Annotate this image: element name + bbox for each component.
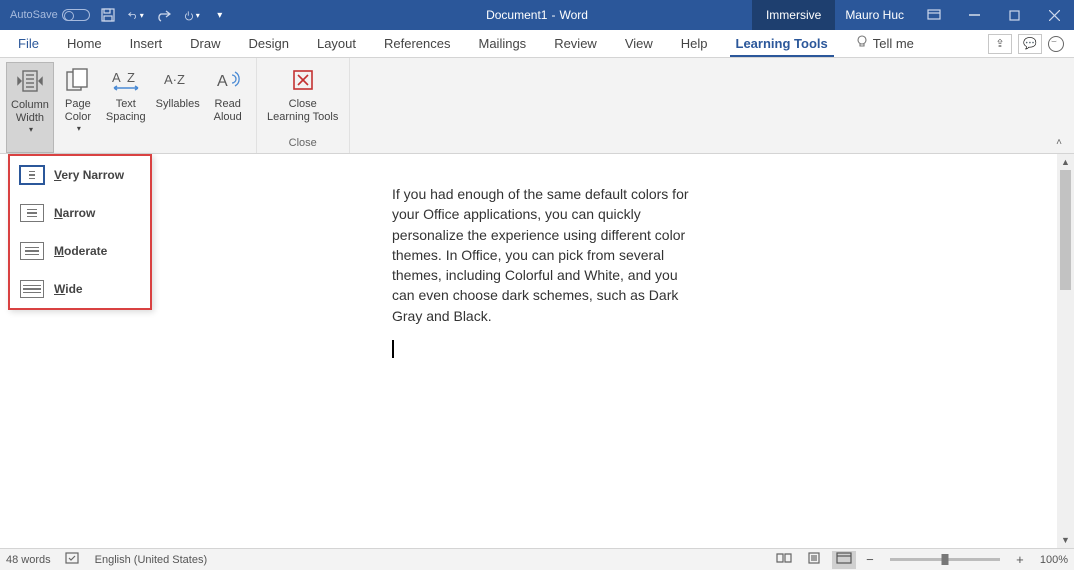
undo-icon[interactable]: ▾ <box>128 7 144 23</box>
maximize-button[interactable] <box>994 0 1034 30</box>
immersive-tab[interactable]: Immersive <box>752 0 835 30</box>
autosave-toggle[interactable]: AutoSave <box>10 9 90 21</box>
read-aloud-button[interactable]: A Read Aloud <box>206 62 250 153</box>
very-narrow-icon <box>20 166 44 184</box>
ribbon-tabs: File Home Insert Draw Design Layout Refe… <box>0 30 1074 58</box>
autosave-label: AutoSave <box>10 9 58 21</box>
redo-icon[interactable] <box>156 7 172 23</box>
tab-references[interactable]: References <box>370 30 464 57</box>
tab-mailings[interactable]: Mailings <box>465 30 541 57</box>
svg-text:Z: Z <box>127 70 135 85</box>
quick-access-toolbar: ▾ ▾ ▾ <box>100 7 228 23</box>
proofing-icon[interactable] <box>65 551 81 568</box>
tab-file[interactable]: File <box>4 30 53 57</box>
svg-text:A·Z: A·Z <box>164 72 185 87</box>
tab-help[interactable]: Help <box>667 30 722 57</box>
tab-home[interactable]: Home <box>53 30 116 57</box>
svg-text:A: A <box>217 73 228 90</box>
moderate-icon <box>20 242 44 260</box>
web-layout-icon <box>836 552 852 567</box>
status-bar: 48 words English (United States) − + 100… <box>0 548 1074 570</box>
feedback-icon[interactable] <box>1048 36 1064 52</box>
tab-draw[interactable]: Draw <box>176 30 234 57</box>
read-mode-icon <box>776 552 792 567</box>
tab-design[interactable]: Design <box>235 30 303 57</box>
share-button[interactable]: ⇪ <box>988 34 1012 54</box>
column-width-dropdown: Very Narrow Narrow Moderate Wide <box>8 154 152 310</box>
ribbon: Column Width ▾ Page Color ▾ AZ Text Spac… <box>0 58 1074 154</box>
svg-text:A: A <box>112 70 121 85</box>
zoom-slider[interactable] <box>890 558 1000 561</box>
comments-button[interactable]: 💬 <box>1018 34 1042 54</box>
save-icon[interactable] <box>100 7 116 23</box>
tab-view[interactable]: View <box>611 30 667 57</box>
web-layout-button[interactable] <box>832 551 856 569</box>
page-color-icon <box>62 64 94 96</box>
close-icon <box>287 64 319 96</box>
document-area[interactable]: If you had enough of the same default co… <box>0 154 1074 548</box>
narrow-icon <box>20 204 44 222</box>
chevron-down-icon: ▾ <box>29 125 33 134</box>
title-bar: AutoSave ▾ ▾ ▾ Document1-Word Immersive … <box>0 0 1074 30</box>
wide-icon <box>20 280 44 298</box>
tab-review[interactable]: Review <box>540 30 611 57</box>
print-layout-button[interactable] <box>802 551 826 569</box>
dropdown-item-moderate[interactable]: Moderate <box>10 232 150 270</box>
document-body[interactable]: If you had enough of the same default co… <box>392 184 690 326</box>
dropdown-label: Very Narrow <box>54 168 124 182</box>
vertical-scrollbar[interactable]: ▲ ▼ <box>1057 154 1074 548</box>
text-spacing-button[interactable]: AZ Text Spacing <box>102 62 150 153</box>
scrollbar-thumb[interactable] <box>1060 170 1071 290</box>
group-label-close: Close <box>289 135 317 153</box>
share-icon: ⇪ <box>995 37 1004 50</box>
word-count[interactable]: 48 words <box>6 554 51 566</box>
tab-insert[interactable]: Insert <box>116 30 177 57</box>
scroll-up-icon[interactable]: ▲ <box>1057 154 1074 170</box>
syllables-button[interactable]: A·Z Syllables <box>152 62 204 153</box>
touch-mode-icon[interactable]: ▾ <box>184 7 200 23</box>
customize-qat-icon[interactable]: ▾ <box>212 7 228 23</box>
close-learning-tools-button[interactable]: Close Learning Tools <box>263 62 343 135</box>
dropdown-item-wide[interactable]: Wide <box>10 270 150 308</box>
zoom-in-button[interactable]: + <box>1012 552 1028 567</box>
chevron-down-icon: ▾ <box>77 124 81 133</box>
column-width-button[interactable]: Column Width ▾ <box>6 62 54 153</box>
text-spacing-icon: AZ <box>110 64 142 96</box>
chevron-up-icon: ˄ <box>1056 137 1062 148</box>
collapse-ribbon-button[interactable]: ˄ <box>1050 135 1068 149</box>
dropdown-item-very-narrow[interactable]: Very Narrow <box>10 156 150 194</box>
dropdown-label: Moderate <box>54 244 107 258</box>
read-aloud-icon: A <box>212 64 244 96</box>
dropdown-label: Narrow <box>54 206 95 220</box>
zoom-level[interactable]: 100% <box>1040 554 1068 566</box>
toggle-off-icon <box>62 9 90 21</box>
lightbulb-icon <box>856 35 868 52</box>
text-cursor <box>392 340 394 358</box>
language-status[interactable]: English (United States) <box>95 554 208 566</box>
tab-learning-tools[interactable]: Learning Tools <box>722 30 842 57</box>
column-width-icon <box>14 65 46 97</box>
minimize-button[interactable] <box>954 0 994 30</box>
scroll-down-icon[interactable]: ▼ <box>1057 532 1074 548</box>
tab-layout[interactable]: Layout <box>303 30 370 57</box>
user-name[interactable]: Mauro Huc <box>835 8 914 22</box>
close-button[interactable] <box>1034 0 1074 30</box>
read-mode-button[interactable] <box>772 551 796 569</box>
tell-me[interactable]: Tell me <box>842 30 928 57</box>
dropdown-label: Wide <box>54 282 83 296</box>
syllables-icon: A·Z <box>162 64 194 96</box>
zoom-out-button[interactable]: − <box>862 552 878 567</box>
dropdown-item-narrow[interactable]: Narrow <box>10 194 150 232</box>
comment-icon: 💬 <box>1023 37 1037 50</box>
ribbon-display-icon[interactable] <box>914 0 954 30</box>
print-layout-icon <box>807 552 821 567</box>
page-color-button[interactable]: Page Color ▾ <box>56 62 100 153</box>
window-title: Document1-Word <box>486 8 588 22</box>
